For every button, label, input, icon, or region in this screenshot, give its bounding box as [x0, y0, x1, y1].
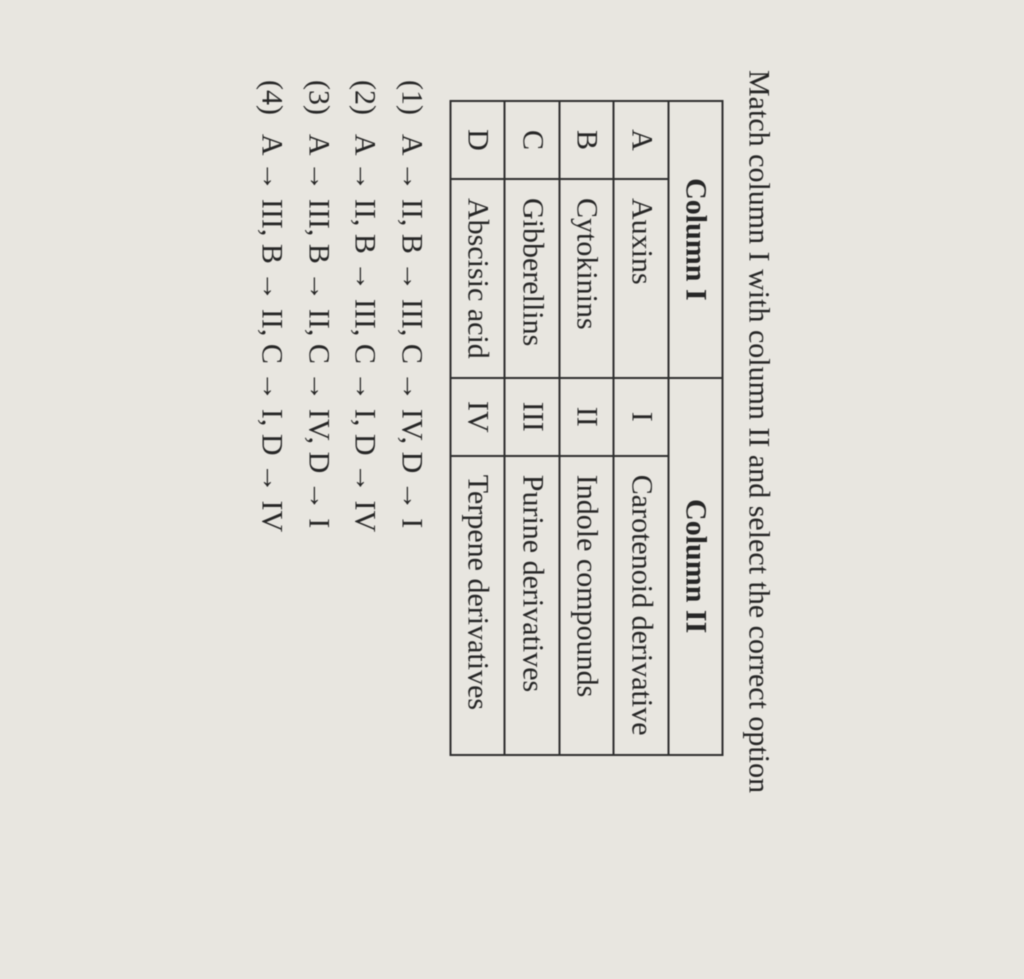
col1-header: Column I — [669, 101, 724, 378]
row-left: Abscisic acid — [451, 179, 506, 378]
row-right: Carotenoid derivative — [614, 455, 669, 754]
question-prompt: Match column I with column II and select… — [738, 70, 779, 910]
row-left: Auxins — [614, 179, 669, 378]
option-number: (4) — [252, 80, 293, 128]
option-1[interactable]: (1) A → II, B → III, C → IV, D → I — [391, 80, 432, 910]
col2-header: Column II — [669, 377, 724, 754]
option-number: (2) — [345, 80, 386, 128]
row-left: Cytokinins — [560, 179, 615, 378]
row-letter: C — [505, 101, 560, 179]
option-text: A → III, B → II, C → I, D → IV — [256, 133, 289, 531]
table-row: D Abscisic acid IV Terpene derivatives — [451, 101, 506, 755]
option-text: A → II, B → III, C → I, D → IV — [349, 133, 382, 531]
option-2[interactable]: (2) A → II, B → III, C → I, D → IV — [345, 80, 386, 910]
match-table: Column I Column II A Auxins I Carotenoid… — [450, 100, 725, 756]
option-text: A → II, B → III, C → IV, D → I — [396, 133, 429, 527]
row-right: Indole compounds — [560, 455, 615, 754]
table-row: B Cytokinins II Indole compounds — [560, 101, 615, 755]
option-text: A → III, B → II, C → IV, D → I — [303, 133, 336, 527]
option-3[interactable]: (3) A → III, B → II, C → IV, D → I — [298, 80, 339, 910]
answer-options: (1) A → II, B → III, C → IV, D → I (2) A… — [252, 80, 432, 910]
row-right: Purine derivatives — [505, 455, 560, 754]
row-letter: D — [451, 101, 506, 179]
option-number: (1) — [391, 80, 432, 128]
table-header-row: Column I Column II — [669, 101, 724, 755]
table-row: C Gibberellins III Purine derivatives — [505, 101, 560, 755]
row-left: Gibberellins — [505, 179, 560, 378]
row-num: III — [505, 377, 560, 455]
table-row: A Auxins I Carotenoid derivative — [614, 101, 669, 755]
row-num: IV — [451, 377, 506, 455]
row-right: Terpene derivatives — [451, 455, 506, 754]
row-letter: B — [560, 101, 615, 179]
option-number: (3) — [298, 80, 339, 128]
row-letter: A — [614, 101, 669, 179]
row-num: II — [560, 377, 615, 455]
option-4[interactable]: (4) A → III, B → II, C → I, D → IV — [252, 80, 293, 910]
row-num: I — [614, 377, 669, 455]
question-block: Match column I with column II and select… — [226, 40, 799, 940]
